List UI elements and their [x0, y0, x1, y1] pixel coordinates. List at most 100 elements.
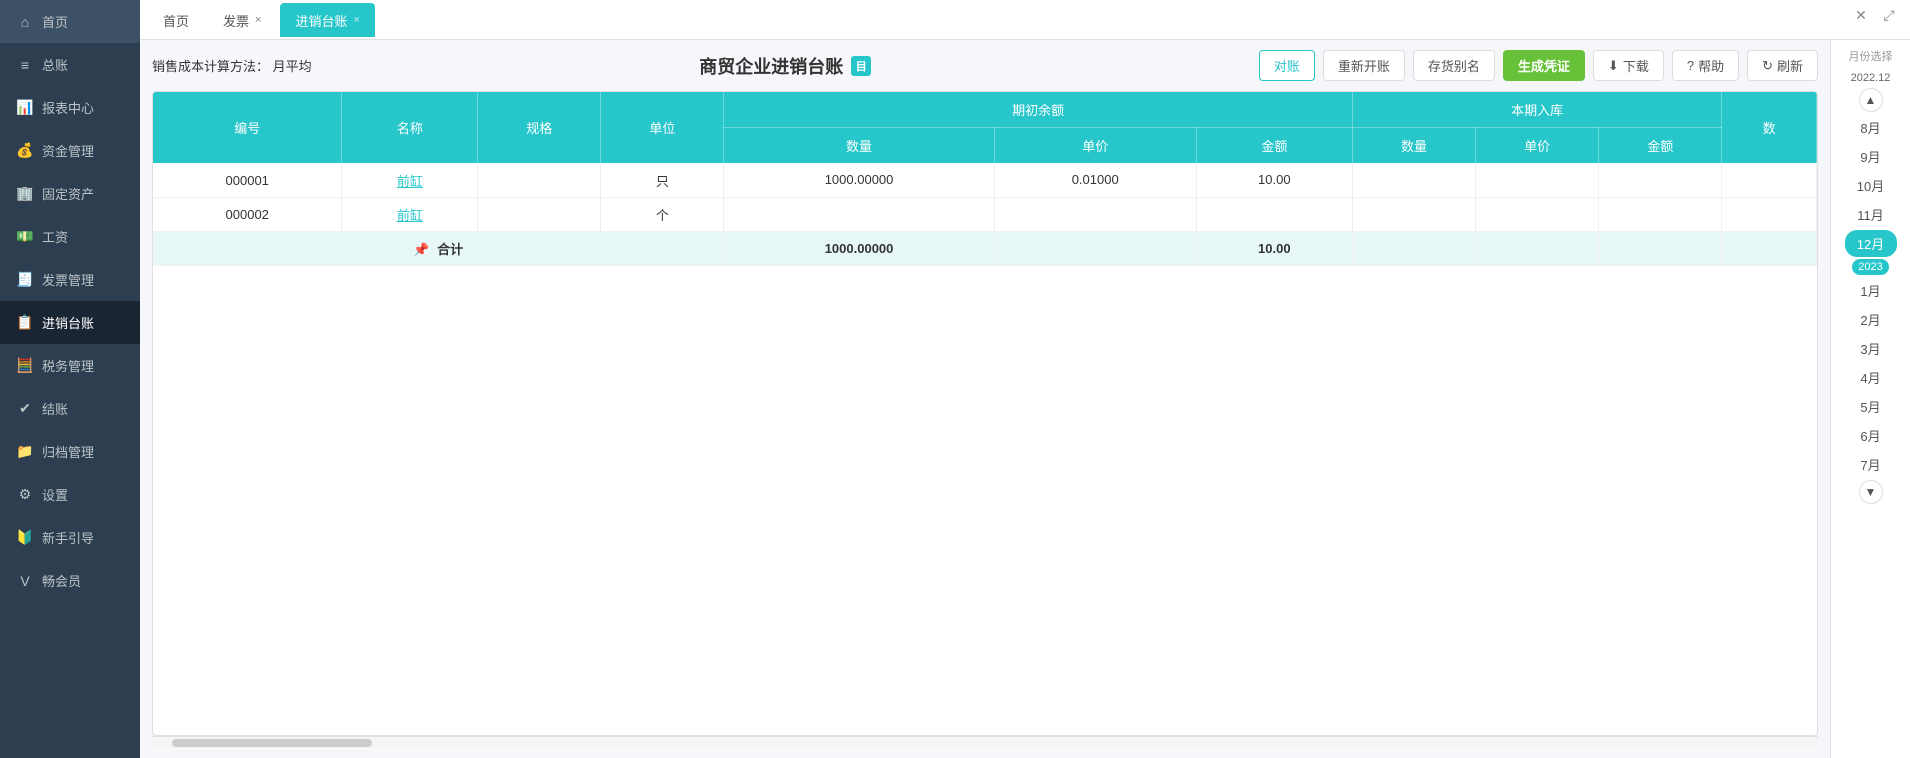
close-icon: ✔: [16, 400, 34, 417]
sidebar-item-purchase-sales[interactable]: 📋 进销台账: [0, 301, 140, 344]
sidebar-item-label: 总账: [42, 55, 68, 74]
refresh-icon: ↻: [1762, 58, 1773, 74]
total-init-qty: 1000.00000: [724, 231, 994, 265]
sidebar-item-guide[interactable]: 🔰 新手引导: [0, 516, 140, 559]
sidebar-item-label: 进销台账: [42, 313, 94, 332]
data-table: 编号 名称 规格 单位 期初余额 本期入库 数 数量 单价 金额 数: [153, 92, 1817, 266]
tab-home[interactable]: 首页: [148, 3, 204, 37]
tab-purchase-sales-label: 进销台账: [295, 11, 347, 30]
page-title: 商贸企业进销台账: [699, 53, 843, 79]
total-in-qty: [1352, 231, 1475, 265]
tab-invoice-close[interactable]: ×: [255, 14, 261, 26]
cell-in-qty: [1352, 197, 1475, 231]
sidebar-item-member[interactable]: V 畅会员: [0, 559, 140, 602]
total-in-amount: [1599, 231, 1722, 265]
total-row: 📌 合计 1000.00000 10.00: [153, 231, 1817, 265]
sidebar-item-assets[interactable]: 🏢 固定资产: [0, 172, 140, 215]
cell-in-price: [1476, 197, 1599, 231]
finance-icon: 💰: [16, 142, 34, 159]
purchase-sales-icon: 📋: [16, 314, 34, 331]
month-8[interactable]: 8月: [1845, 114, 1897, 141]
month-4[interactable]: 4月: [1845, 364, 1897, 391]
tab-purchase-sales[interactable]: 进销台账 ×: [280, 3, 374, 37]
download-button[interactable]: ⬇ 下载: [1593, 50, 1664, 81]
cell-init-amount: 10.00: [1196, 163, 1352, 197]
assets-icon: 🏢: [16, 185, 34, 202]
sidebar-item-close[interactable]: ✔ 结账: [0, 387, 140, 430]
main-content-area: 销售成本计算方法： 月平均 商贸企业进销台账 目 对账 重新开账 存货别名 生成…: [140, 40, 1830, 758]
sidebar-item-invoice-mgmt[interactable]: 🧾 发票管理: [0, 258, 140, 301]
col-header-name: 名称: [342, 92, 478, 163]
sidebar-item-tax[interactable]: 🧮 税务管理: [0, 344, 140, 387]
reconcile-button[interactable]: 对账: [1259, 50, 1315, 81]
cell-name[interactable]: 前缸: [342, 197, 478, 231]
sidebar-item-reports[interactable]: 📊 报表中心: [0, 86, 140, 129]
generate-voucher-button[interactable]: 生成凭证: [1503, 50, 1585, 81]
sidebar-item-label: 新手引导: [42, 528, 94, 547]
sidebar-item-home[interactable]: ⌂ 首页: [0, 0, 140, 43]
month-11[interactable]: 11月: [1845, 201, 1897, 228]
sidebar-item-label: 首页: [42, 12, 68, 31]
help-icon: ?: [1687, 58, 1694, 73]
tab-purchase-sales-close[interactable]: ×: [353, 14, 359, 26]
cost-method: 销售成本计算方法： 月平均: [152, 56, 312, 75]
col-header-more: 数: [1722, 92, 1817, 163]
wages-icon: 💵: [16, 228, 34, 245]
cell-name[interactable]: 前缸: [342, 163, 478, 197]
horizontal-scrollbar[interactable]: [152, 736, 1818, 748]
sidebar-item-archive[interactable]: 📁 归档管理: [0, 430, 140, 473]
col-header-id: 编号: [153, 92, 342, 163]
table-row: 000001 前缸 只 1000.00000 0.01000 10.00: [153, 163, 1817, 197]
cell-more: [1722, 197, 1817, 231]
month-5[interactable]: 5月: [1845, 393, 1897, 420]
col-header-current-in: 本期入库: [1352, 92, 1721, 128]
col-header-in-qty: 数量: [1352, 128, 1475, 164]
download-icon: ⬇: [1608, 58, 1619, 74]
total-label: 📌 合计: [153, 231, 724, 265]
col-header-spec: 规格: [478, 92, 601, 163]
tab-invoice[interactable]: 发票 ×: [208, 3, 276, 37]
cell-init-amount: [1196, 197, 1352, 231]
action-buttons: 对账 重新开账 存货别名 生成凭证 ⬇ 下载 ? 帮助 ↻ 刷新: [1259, 50, 1818, 81]
month-10[interactable]: 10月: [1845, 172, 1897, 199]
maximize-button[interactable]: ⤢: [1880, 6, 1898, 24]
year-2022-label: 2022.12: [1851, 72, 1891, 84]
save-alias-button[interactable]: 存货别名: [1413, 50, 1495, 81]
reopen-button[interactable]: 重新开账: [1323, 50, 1405, 81]
cell-id: 000002: [153, 197, 342, 231]
sidebar-item-label: 固定资产: [42, 184, 94, 203]
month-scroll-down[interactable]: ▼: [1859, 480, 1883, 504]
help-button[interactable]: ? 帮助: [1672, 50, 1739, 81]
main-area: 首页 发票 × 进销台账 × 销售成本计算方法： 月平均 商贸企业进销台账 目: [140, 0, 1910, 758]
sidebar-item-finance[interactable]: 💰 资金管理: [0, 129, 140, 172]
close-button[interactable]: ✕: [1852, 6, 1870, 24]
sidebar-item-label: 畅会员: [42, 571, 81, 590]
cell-unit: 只: [601, 163, 724, 197]
invoice-mgmt-icon: 🧾: [16, 271, 34, 288]
cell-in-qty: [1352, 163, 1475, 197]
refresh-button[interactable]: ↻ 刷新: [1747, 50, 1818, 81]
tab-invoice-label: 发票: [223, 11, 249, 30]
month-6[interactable]: 6月: [1845, 422, 1897, 449]
col-header-in-price: 单价: [1476, 128, 1599, 164]
sidebar-item-settings[interactable]: ⚙ 设置: [0, 473, 140, 516]
cell-spec: [478, 197, 601, 231]
month-7[interactable]: 7月: [1845, 451, 1897, 478]
month-1[interactable]: 1月: [1845, 277, 1897, 304]
col-header-init-amount: 金额: [1196, 128, 1352, 164]
month-9[interactable]: 9月: [1845, 143, 1897, 170]
col-header-init-price: 单价: [994, 128, 1196, 164]
sidebar-item-wages[interactable]: 💵 工资: [0, 215, 140, 258]
total-in-price: [1476, 231, 1599, 265]
cell-unit: 个: [601, 197, 724, 231]
month-panel-title: 月份选择: [1849, 48, 1893, 64]
sidebar-item-ledger[interactable]: ≡ 总账: [0, 43, 140, 86]
month-3[interactable]: 3月: [1845, 335, 1897, 362]
cost-method-label: 销售成本计算方法：: [152, 59, 269, 74]
sidebar-item-label: 归档管理: [42, 442, 94, 461]
col-header-in-amount: 金额: [1599, 128, 1722, 164]
month-12[interactable]: 12月: [1845, 230, 1897, 257]
month-scroll-up[interactable]: ▲: [1859, 88, 1883, 112]
member-icon: V: [16, 573, 34, 589]
month-2[interactable]: 2月: [1845, 306, 1897, 333]
